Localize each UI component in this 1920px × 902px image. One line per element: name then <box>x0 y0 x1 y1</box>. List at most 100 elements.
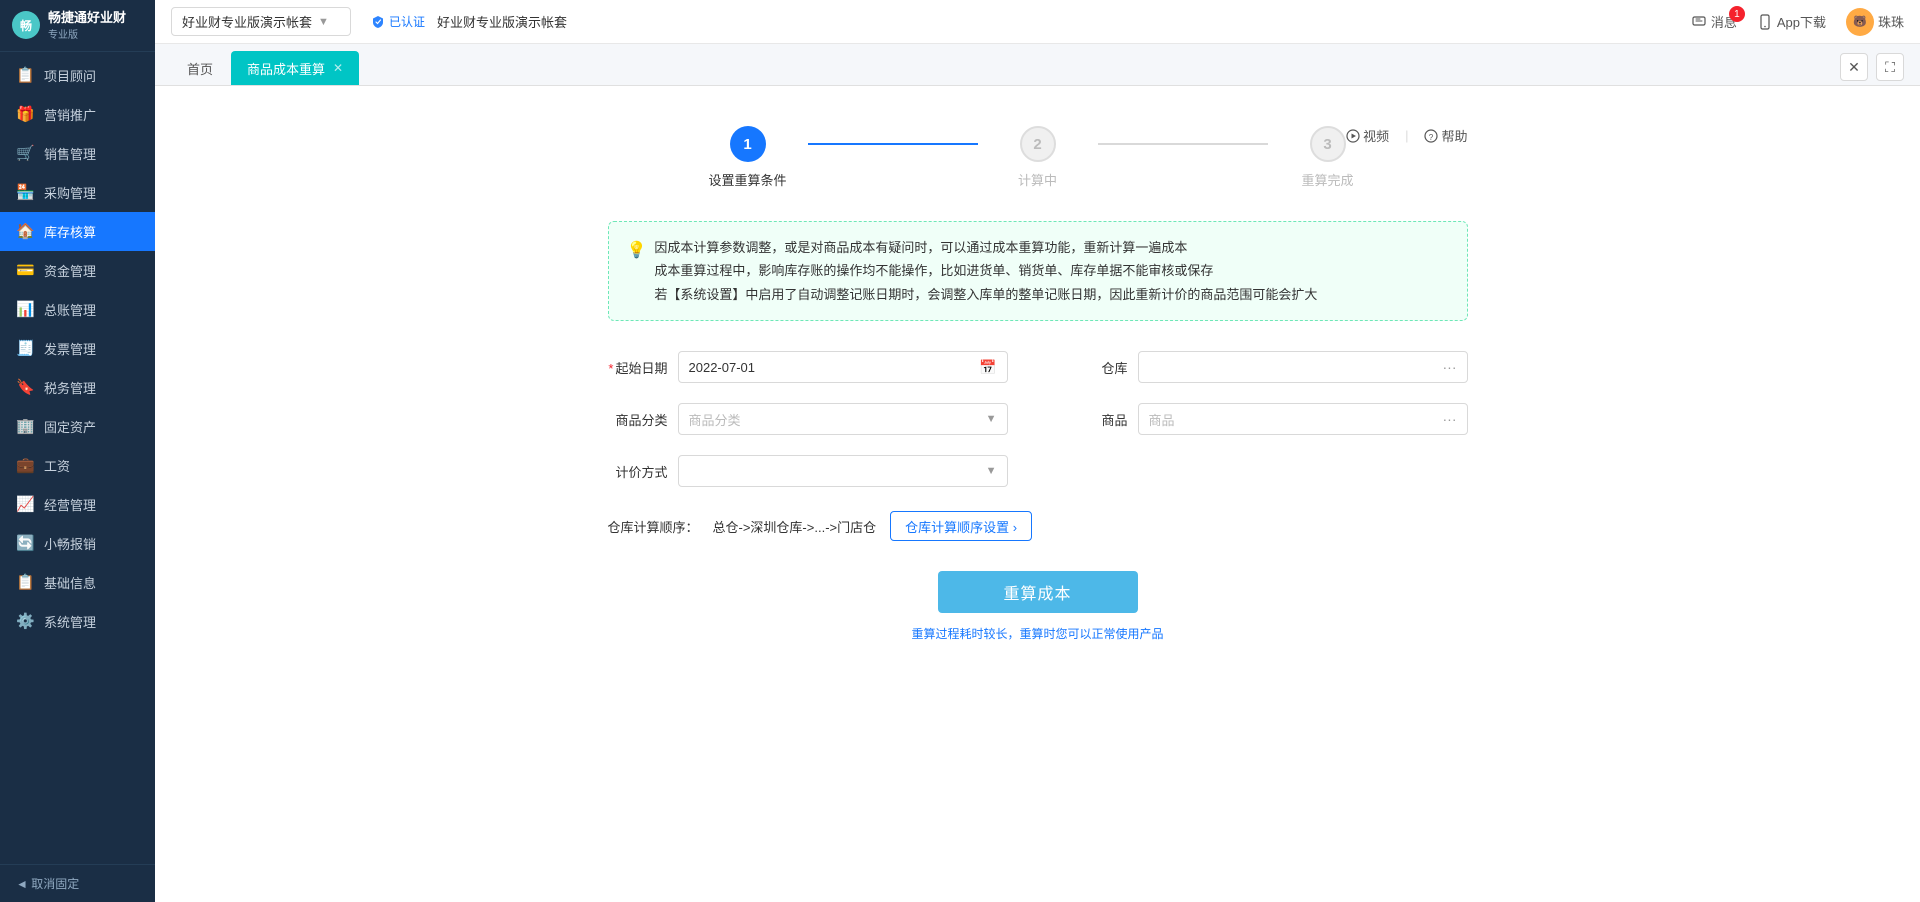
tab-home[interactable]: 首页 <box>171 51 229 85</box>
notice-content: 因成本计算参数调整，或是对商品成本有疑问时，可以通过成本重算功能，重新计算一遍成… <box>654 236 1317 306</box>
category-arrow-icon: ▼ <box>986 413 997 425</box>
tabbar: 首页 商品成本重算 ✕ ✕ ⛶ <box>155 44 1920 86</box>
sidebar-item-project[interactable]: 📋 项目顾问 <box>0 56 155 95</box>
avatar-image: 🐻 <box>1846 8 1874 36</box>
message-button[interactable]: 消息 1 <box>1691 12 1737 31</box>
notice-box: 💡 因成本计算参数调整，或是对商品成本有疑问时，可以通过成本重算功能，重新计算一… <box>608 221 1468 321</box>
sidebar-label-inventory: 库存核算 <box>44 222 96 241</box>
warehouse-order-row: 仓库计算顺序： 总仓->深圳仓库->...->门店仓 仓库计算顺序设置 › <box>608 511 1468 541</box>
purchase-icon: 🏪 <box>16 183 34 201</box>
expand-window-button[interactable]: ⛶ <box>1876 53 1904 81</box>
sidebar-label-system: 系统管理 <box>44 612 96 631</box>
assets-icon: 🏢 <box>16 417 34 435</box>
sidebar-label-basic: 基础信息 <box>44 573 96 592</box>
goods-placeholder: 商品 <box>1149 410 1175 429</box>
step-1: 1 设置重算条件 <box>688 126 808 189</box>
account-selector-text: 好业财专业版演示帐套 <box>182 12 312 31</box>
form-row-category: 商品分类 商品分类 ▼ <box>608 403 1008 435</box>
category-placeholder: 商品分类 <box>689 410 741 429</box>
sidebar-item-finance[interactable]: 💳 资金管理 <box>0 251 155 290</box>
step-2-circle: 2 <box>1020 126 1056 162</box>
recalc-button[interactable]: 重算成本 <box>938 571 1138 613</box>
sidebar-item-ops[interactable]: 📈 经营管理 <box>0 485 155 524</box>
step-1-circle: 1 <box>730 126 766 162</box>
ledger-icon: 📊 <box>16 300 34 318</box>
sidebar-item-assets[interactable]: 🏢 固定资产 <box>0 407 155 446</box>
user-avatar[interactable]: 🐻 珠珠 <box>1846 8 1904 36</box>
app-logo: 畅 <box>12 11 40 39</box>
sidebar-item-marketing[interactable]: 🎁 营销推广 <box>0 95 155 134</box>
project-icon: 📋 <box>16 66 34 84</box>
close-window-button[interactable]: ✕ <box>1840 53 1868 81</box>
ops-icon: 📈 <box>16 495 34 513</box>
account-display-name: 好业财专业版演示帐套 <box>437 12 567 31</box>
step-connector-2 <box>1098 143 1268 145</box>
window-controls: ✕ ⛶ <box>1840 53 1904 81</box>
message-icon <box>1691 14 1707 30</box>
notice-line1: 因成本计算参数调整，或是对商品成本有疑问时，可以通过成本重算功能，重新计算一遍成… <box>654 236 1317 259</box>
warehouse-order-value: 总仓->深圳仓库->...->门店仓 <box>713 517 877 536</box>
warehouse-select[interactable]: ··· <box>1138 351 1468 383</box>
step-1-label: 设置重算条件 <box>708 170 786 189</box>
price-method-arrow-icon: ▼ <box>986 465 997 477</box>
start-date-input-wrapper[interactable]: 📅 <box>678 351 1008 383</box>
step-2-label: 计算中 <box>1018 170 1057 189</box>
calendar-icon[interactable]: 📅 <box>979 359 996 376</box>
sidebar-unpin[interactable]: ◄ 取消固定 <box>0 864 155 902</box>
step-3-circle: 3 <box>1310 126 1346 162</box>
form-row-warehouse: 仓库 ··· <box>1068 351 1468 383</box>
finance-icon: 💳 <box>16 261 34 279</box>
tab-home-label: 首页 <box>187 59 213 78</box>
page-inner: 1 设置重算条件 2 计算中 3 <box>588 86 1488 682</box>
sidebar-label-tax: 税务管理 <box>44 378 96 397</box>
marketing-icon: 🎁 <box>16 105 34 123</box>
warehouse-order-settings-button[interactable]: 仓库计算顺序设置 › <box>890 511 1032 541</box>
svg-text:?: ? <box>1429 133 1434 142</box>
verified-badge: 已认证 <box>371 13 425 30</box>
sidebar-item-sales[interactable]: 🛒 销售管理 <box>0 134 155 173</box>
tab-recalc-label: 商品成本重算 <box>247 59 325 78</box>
sidebar-item-tax[interactable]: 🔖 税务管理 <box>0 368 155 407</box>
notice-line3: 若【系统设置】中启用了自动调整记账日期时，会调整入库单的整单记账日期，因此重新计… <box>654 283 1317 306</box>
app-download-button[interactable]: App下载 <box>1757 12 1826 31</box>
form-row-goods: 商品 商品 ··· <box>1068 403 1468 435</box>
inventory-icon: 🏠 <box>16 222 34 240</box>
sidebar-item-inventory[interactable]: 🏠 库存核算 <box>0 212 155 251</box>
goods-select[interactable]: 商品 ··· <box>1138 403 1468 435</box>
tab-close-icon[interactable]: ✕ <box>333 61 343 75</box>
form-grid: *起始日期 📅 仓库 ··· 商品分类 <box>608 351 1468 487</box>
sidebar-item-invoice[interactable]: 🧾 发票管理 <box>0 329 155 368</box>
sidebar-item-basic[interactable]: 📋 基础信息 <box>0 563 155 602</box>
account-selector[interactable]: 好业财专业版演示帐套 ▼ <box>171 7 351 36</box>
message-badge: 1 <box>1729 6 1745 22</box>
category-select[interactable]: 商品分类 ▼ <box>678 403 1008 435</box>
warehouse-order-label: 仓库计算顺序： <box>608 517 699 536</box>
sidebar-label-finance: 资金管理 <box>44 261 96 280</box>
sidebar-item-expense[interactable]: 🔄 小畅报销 <box>0 524 155 563</box>
help-link[interactable]: ? 帮助 <box>1424 126 1467 145</box>
sidebar-item-system[interactable]: ⚙️ 系统管理 <box>0 602 155 641</box>
steps-section: 1 设置重算条件 2 计算中 3 <box>608 126 1468 189</box>
sidebar-item-ledger[interactable]: 📊 总账管理 <box>0 290 155 329</box>
sidebar-label-ledger: 总账管理 <box>44 300 96 319</box>
salary-icon: 💼 <box>16 456 34 474</box>
help-icon: ? <box>1424 129 1438 143</box>
sidebar-label-ops: 经营管理 <box>44 495 96 514</box>
start-date-input[interactable] <box>689 360 974 375</box>
price-method-select[interactable]: ▼ <box>678 455 1008 487</box>
basic-icon: 📋 <box>16 573 34 591</box>
tab-recalc[interactable]: 商品成本重算 ✕ <box>231 51 359 85</box>
sidebar: 畅 畅捷通好业财 专业版 📋 项目顾问 🎁 营销推广 🛒 销售管理 🏪 采购管理… <box>0 0 155 902</box>
phone-icon <box>1757 14 1773 30</box>
shield-icon <box>371 15 385 29</box>
steps-wrapper: 1 设置重算条件 2 计算中 3 <box>608 126 1468 189</box>
video-help-link[interactable]: 视频 <box>1346 126 1389 145</box>
goods-label: 商品 <box>1068 410 1128 429</box>
form-row-price-method: 计价方式 ▼ <box>608 455 1008 487</box>
sidebar-label-purchase: 采购管理 <box>44 183 96 202</box>
ellipsis-icon: ··· <box>1443 359 1457 375</box>
topbar: 好业财专业版演示帐套 ▼ 已认证 好业财专业版演示帐套 消息 1 <box>155 0 1920 44</box>
sidebar-item-salary[interactable]: 💼 工资 <box>0 446 155 485</box>
content-area: 1 设置重算条件 2 计算中 3 <box>155 86 1920 902</box>
sidebar-item-purchase[interactable]: 🏪 采购管理 <box>0 173 155 212</box>
